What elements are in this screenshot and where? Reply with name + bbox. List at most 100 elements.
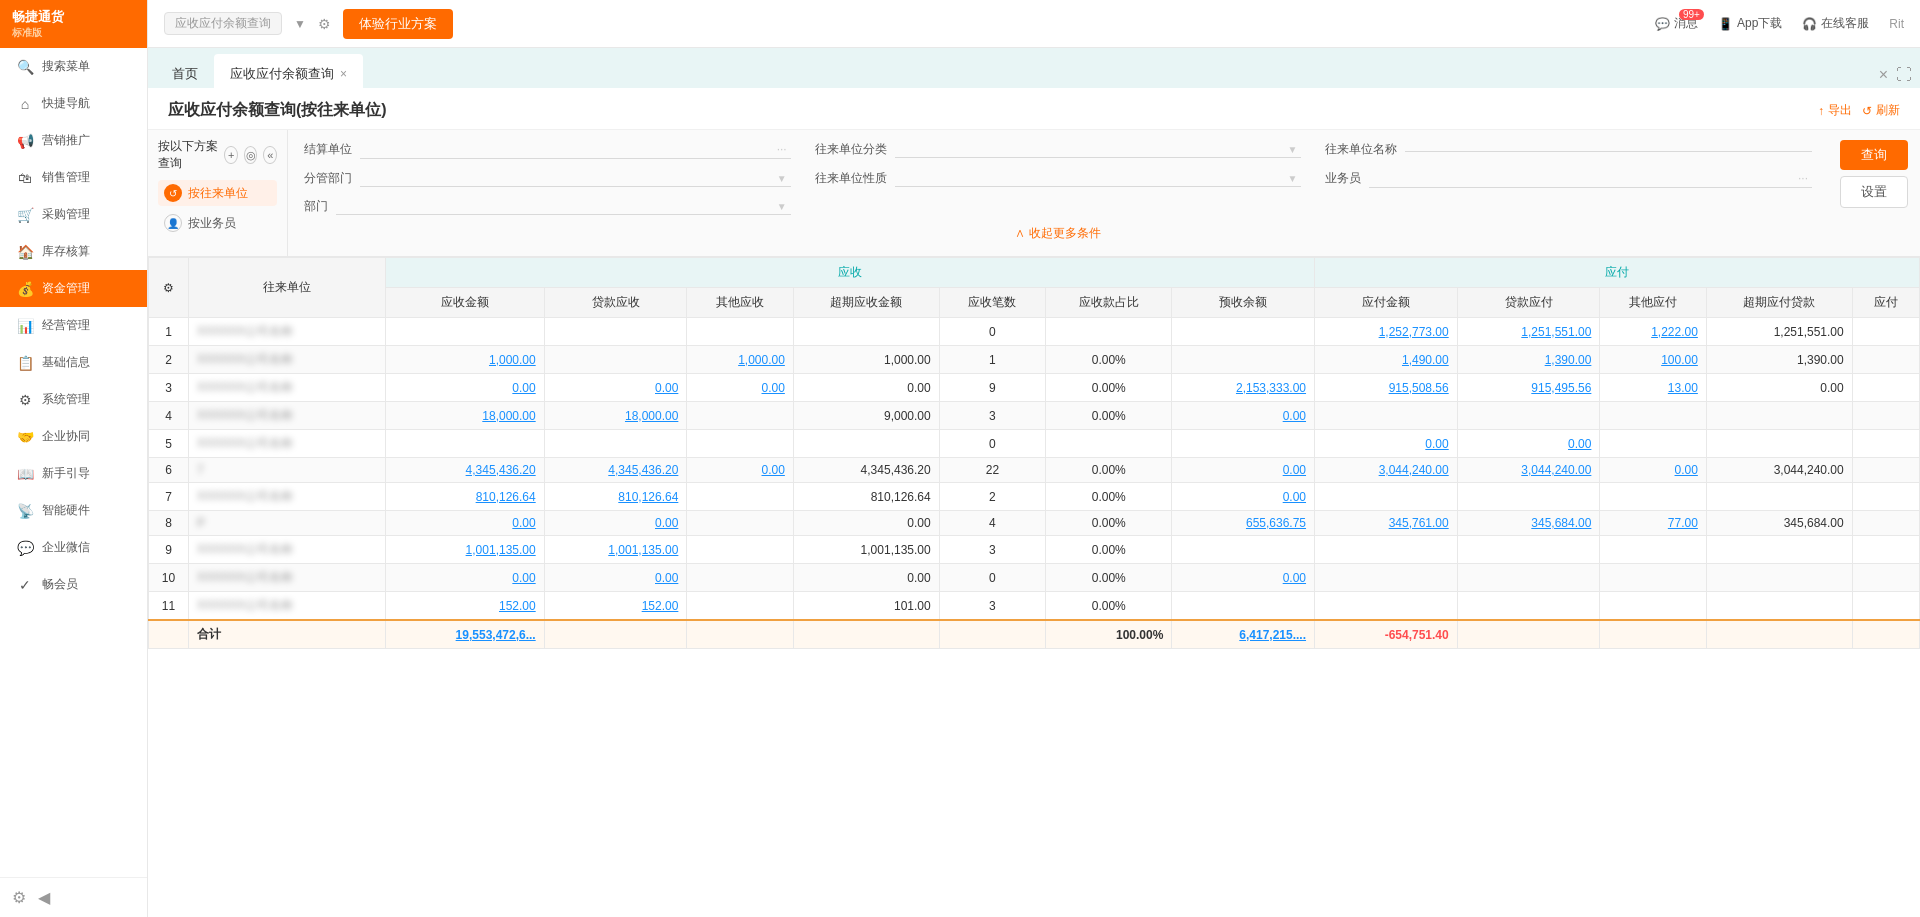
filter-row-1: 结算单位 ··· 往来单位分类 ▼ 往来单位 xyxy=(304,140,1812,159)
filter-name-label: 往来单位名称 xyxy=(1325,141,1397,158)
sidebar-item-finance[interactable]: 💰资金管理 xyxy=(0,270,147,307)
filter-subdept-select[interactable]: ▼ xyxy=(336,199,791,215)
sidebar-item-marketing[interactable]: 📢营销推广 xyxy=(0,122,147,159)
sidebar-item-purchase[interactable]: 🛒采购管理 xyxy=(0,196,147,233)
filter-group-label: 按以下方案查询 xyxy=(158,138,218,172)
query-button[interactable]: 查询 xyxy=(1840,140,1908,170)
tab-current[interactable]: 应收应付余额查询 × xyxy=(214,54,363,88)
sidebar-label-wechat: 企业微信 xyxy=(42,539,90,556)
app-download-button[interactable]: 📱 App下载 xyxy=(1718,15,1782,32)
th-pay-overdue: 超期应付贷款 xyxy=(1706,288,1852,318)
tab-home-label: 首页 xyxy=(172,65,198,83)
cell-no: 6 xyxy=(149,458,189,483)
export-icon: ↑ xyxy=(1818,104,1824,118)
online-service-button[interactable]: 🎧 在线客服 xyxy=(1802,15,1869,32)
filter-option-partner[interactable]: ↺ 按往来单位 xyxy=(158,180,277,206)
sidebar-item-sales[interactable]: 🛍销售管理 xyxy=(0,159,147,196)
table-row: 3XXXXXX公司名称0.000.000.000.0090.00%2,153,3… xyxy=(149,374,1920,402)
option-partner-label: 按往来单位 xyxy=(188,185,248,202)
tab-current-label: 应收应付余额查询 xyxy=(230,65,334,83)
sidebar-item-guide[interactable]: 📖新手引导 xyxy=(0,455,147,492)
sidebar-item-inventory[interactable]: 🏠库存核算 xyxy=(0,233,147,270)
service-icon: 🎧 xyxy=(1802,17,1817,31)
cell-partner[interactable]: P xyxy=(189,511,386,536)
cell-partner[interactable]: XXXXXX公司名称 xyxy=(189,430,386,458)
page-title: 应收应付余额查询(按往来单位) xyxy=(168,100,387,121)
th-recv-amt: 应收金额 xyxy=(385,288,544,318)
table-row: 2XXXXXX公司名称1,000.001,000.001,000.0010.00… xyxy=(149,346,1920,374)
window-expand-button[interactable]: ⛶ xyxy=(1896,66,1912,84)
sidebar-label-quick: 快捷导航 xyxy=(42,95,90,112)
collapse-button[interactable]: ∧ 收起更多条件 xyxy=(1015,226,1100,240)
topbar-gear-icon[interactable]: ⚙ xyxy=(318,16,331,32)
filter-back-btn[interactable]: « xyxy=(263,146,277,164)
settlement-dots-icon[interactable]: ··· xyxy=(777,142,787,156)
user-info[interactable]: Rit xyxy=(1889,17,1904,31)
filter-config-btn[interactable]: ◎ xyxy=(244,146,258,164)
th-settings[interactable]: ⚙ xyxy=(149,258,189,318)
sidebar-label-marketing: 营销推广 xyxy=(42,132,90,149)
table-row: 9XXXXXX公司名称1,001,135.001,001,135.001,001… xyxy=(149,536,1920,564)
table-row: 5XXXXXX公司名称00.000.00 xyxy=(149,430,1920,458)
filter-settlement-input[interactable]: ··· xyxy=(360,140,791,159)
salesman-dots-icon[interactable]: ··· xyxy=(1798,171,1808,185)
cell-partner[interactable]: XXXXXX公司名称 xyxy=(189,536,386,564)
footer-recv-count xyxy=(939,620,1046,649)
tab-home[interactable]: 首页 xyxy=(156,54,214,88)
window-close-button[interactable]: × xyxy=(1879,66,1888,84)
sidebar-icon-system: ⚙ xyxy=(16,392,34,408)
footer-pay-extra xyxy=(1852,620,1919,649)
sidebar-item-hardware[interactable]: 📡智能硬件 xyxy=(0,492,147,529)
cell-partner[interactable]: 7 xyxy=(189,458,386,483)
collapse-icon[interactable]: ◀ xyxy=(38,888,50,907)
topbar-chevron-icon[interactable]: ▼ xyxy=(294,17,306,31)
sidebar-label-basic: 基础信息 xyxy=(42,354,90,371)
cell-partner[interactable]: XXXXXX公司名称 xyxy=(189,564,386,592)
sidebar-icon-basic: 📋 xyxy=(16,355,34,371)
sidebar-icon-vip: ✓ xyxy=(16,577,34,593)
sidebar-item-system[interactable]: ⚙系统管理 xyxy=(0,381,147,418)
sidebar-item-cooperation[interactable]: 🤝企业协同 xyxy=(0,418,147,455)
table-settings-icon[interactable]: ⚙ xyxy=(163,281,174,295)
cell-partner[interactable]: XXXXXX公司名称 xyxy=(189,374,386,402)
sidebar-item-operation[interactable]: 📊经营管理 xyxy=(0,307,147,344)
sidebar-item-search[interactable]: 🔍搜索菜单 xyxy=(0,48,147,85)
filter-field-salesman: 业务员 ··· xyxy=(1325,169,1812,188)
cell-partner[interactable]: XXXXXX公司名称 xyxy=(189,483,386,511)
sidebar-label-vip: 畅会员 xyxy=(42,576,78,593)
cell-no: 11 xyxy=(149,592,189,621)
filter-add-btn[interactable]: + xyxy=(224,146,238,164)
filter-category-select[interactable]: ▼ xyxy=(895,142,1302,158)
settings-icon[interactable]: ⚙ xyxy=(12,888,26,907)
filter-dept-select[interactable]: ▼ xyxy=(360,171,791,187)
th-pay-amt: 应付金额 xyxy=(1315,288,1458,318)
cell-partner[interactable]: XXXXXX公司名称 xyxy=(189,346,386,374)
cell-partner[interactable]: XXXXXX公司名称 xyxy=(189,592,386,621)
refresh-button[interactable]: ↺ 刷新 xyxy=(1862,102,1900,119)
export-button[interactable]: ↑ 导出 xyxy=(1818,102,1852,119)
footer-recv-total[interactable]: 19,553,472,6... xyxy=(385,620,544,649)
tab-close-icon[interactable]: × xyxy=(340,67,347,81)
messages-button[interactable]: 💬 消息 99+ xyxy=(1655,15,1698,32)
sidebar-item-basic[interactable]: 📋 基础信息 xyxy=(0,344,147,381)
cell-partner[interactable]: XXXXXX公司名称 xyxy=(189,402,386,430)
filter-field-name: 往来单位名称 xyxy=(1325,140,1812,159)
table-row: 7XXXXXX公司名称810,126.64810,126.64810,126.6… xyxy=(149,483,1920,511)
filter-nature-select[interactable]: ▼ xyxy=(895,171,1302,187)
settings-button[interactable]: 设置 xyxy=(1840,176,1908,208)
sidebar-item-vip[interactable]: ✓ 畅会员 xyxy=(0,566,147,603)
filter-salesman-input[interactable]: ··· xyxy=(1369,169,1812,188)
sidebar-item-wechat[interactable]: 💬企业微信 xyxy=(0,529,147,566)
solution-button[interactable]: 体验行业方案 xyxy=(343,9,453,39)
message-icon: 💬 xyxy=(1655,17,1670,31)
cell-partner[interactable]: XXXXXX公司名称 xyxy=(189,318,386,346)
filter-name-input[interactable] xyxy=(1405,147,1812,152)
sidebar-bottom: ⚙ ◀ xyxy=(0,877,147,917)
th-pay-extra: 应付 xyxy=(1852,288,1919,318)
export-label: 导出 xyxy=(1828,102,1852,119)
filter-option-employee[interactable]: 👤 按业务员 xyxy=(158,210,277,236)
sidebar-item-quick[interactable]: ⌂快捷导航 xyxy=(0,85,147,122)
footer-recv-prepay[interactable]: 6,417,215.... xyxy=(1172,620,1315,649)
filter-category-label: 往来单位分类 xyxy=(815,141,887,158)
th-recv-count: 应收笔数 xyxy=(939,288,1046,318)
